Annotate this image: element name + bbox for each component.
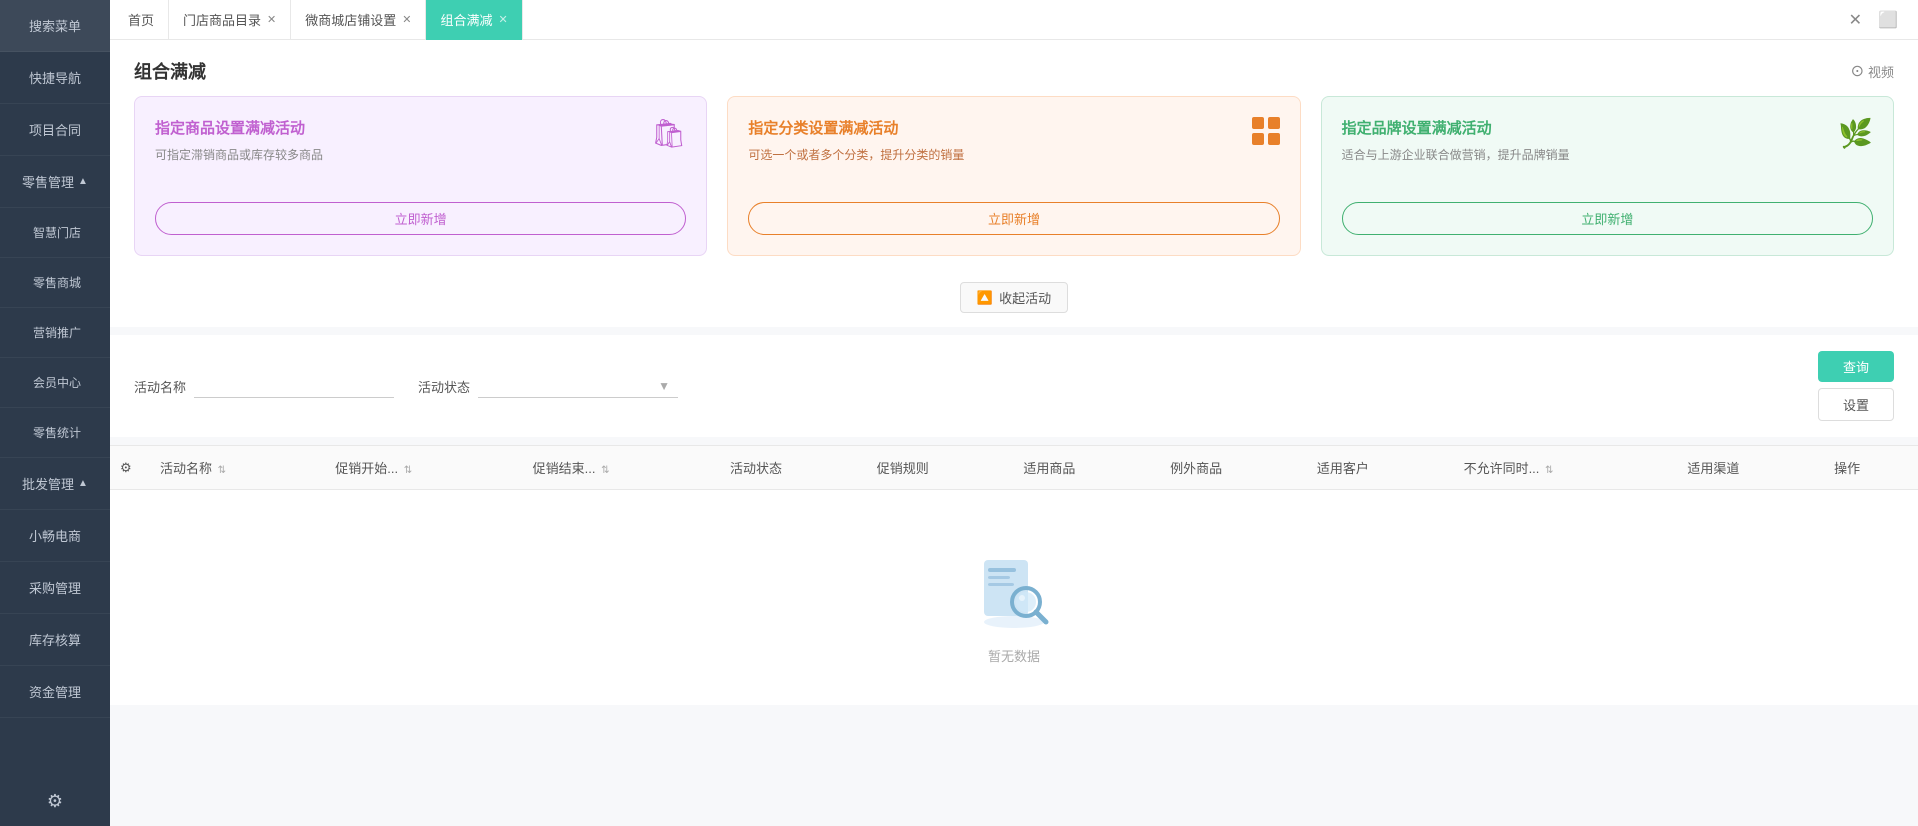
query-btn[interactable]: 查询	[1818, 351, 1894, 382]
collapse-bar: 🔼 收起活动	[110, 272, 1918, 327]
video-btn[interactable]: ⊙ 视频	[1851, 61, 1894, 81]
page-content: 组合满减 ⊙ 视频 指定商品设置满减活动 可指定滞销商品或库存较多商品 🛍 立即…	[110, 40, 1918, 826]
card-btn-product[interactable]: 立即新增	[155, 202, 686, 235]
close-window-btn[interactable]: ✕	[1845, 8, 1866, 32]
tab-combo-discount-close[interactable]: ✕	[499, 13, 508, 26]
activity-cards-container: 指定商品设置满减活动 可指定滞销商品或库存较多商品 🛍 立即新增 指定分类设置满…	[110, 96, 1918, 272]
settings-icon: ⚙	[47, 791, 63, 811]
th-settings[interactable]: ⚙	[110, 446, 150, 490]
chevron-up-icon: 🔼	[977, 290, 993, 306]
chevron-down-icon: ▼	[658, 379, 670, 393]
card-desc-category: 可选一个或者多个分类，提升分类的销量	[748, 146, 1279, 186]
activity-status-select[interactable]: ▼	[478, 375, 678, 398]
th-promo-rule: 促销规则	[867, 446, 1014, 490]
card-desc-product: 可指定滞销商品或库存较多商品	[155, 146, 686, 186]
sidebar-item-project-contract[interactable]: 项目合同	[0, 104, 110, 156]
sort-no-concurrent-icon: ⇅	[1545, 465, 1553, 476]
th-activity-status: 活动状态	[720, 446, 867, 490]
retail-mgmt-arrow-icon: ▲	[78, 176, 88, 187]
filter-activity-name-label: 活动名称	[134, 377, 186, 396]
filter-actions: 查询 设置	[1818, 351, 1894, 421]
filter-activity-name: 活动名称	[134, 374, 394, 398]
tab-mini-store-settings-close[interactable]: ✕	[402, 13, 411, 26]
th-applicable-products: 适用商品	[1013, 446, 1160, 490]
table-area: ⚙ 活动名称 ⇅ 促销开始... ⇅ 促销结束... ⇅	[110, 445, 1918, 705]
card-icon-product: 🛍	[651, 117, 687, 150]
collapse-activities-btn[interactable]: 🔼 收起活动	[960, 282, 1068, 313]
card-title-product: 指定商品设置满减活动	[155, 117, 686, 138]
activity-card-category-discount: 指定分类设置满减活动 可选一个或者多个分类，提升分类的销量 立即新增	[727, 96, 1300, 256]
activity-name-input[interactable]	[194, 374, 394, 398]
empty-illustration	[964, 550, 1064, 630]
card-icon-brand: 🌿	[1838, 117, 1873, 150]
empty-state: 暂无数据	[110, 490, 1918, 705]
sidebar-item-marketing[interactable]: 营销推广	[0, 308, 110, 358]
page-title: 组合满减	[134, 58, 206, 84]
wholesale-mgmt-arrow-icon: ▲	[78, 478, 88, 489]
data-table: ⚙ 活动名称 ⇅ 促销开始... ⇅ 促销结束... ⇅	[110, 445, 1918, 490]
card-title-brand: 指定品牌设置满减活动	[1342, 117, 1873, 138]
sidebar-item-search-menu[interactable]: 搜索菜单	[0, 0, 110, 52]
tab-combo-discount[interactable]: 组合满减 ✕	[426, 0, 522, 40]
filter-activity-status: 活动状态 ▼	[418, 375, 678, 398]
sidebar-item-retail-stats[interactable]: 零售统计	[0, 408, 110, 458]
table-header-row: ⚙ 活动名称 ⇅ 促销开始... ⇅ 促销结束... ⇅	[110, 446, 1918, 490]
tab-home[interactable]: 首页	[118, 0, 169, 40]
settings-btn[interactable]: 设置	[1818, 388, 1894, 421]
th-promo-start[interactable]: 促销开始... ⇅	[325, 446, 522, 490]
card-desc-brand: 适合与上游企业联合做营销，提升品牌销量	[1342, 146, 1873, 186]
tab-bar: 首页 门店商品目录 ✕ 微商城店铺设置 ✕ 组合满减 ✕ ✕ ⬜	[110, 0, 1918, 40]
activity-card-brand-discount: 指定品牌设置满减活动 适合与上游企业联合做营销，提升品牌销量 🌿 立即新增	[1321, 96, 1894, 256]
filter-area: 活动名称 活动状态 ▼ 查询 设置	[110, 335, 1918, 437]
maximize-window-btn[interactable]: ⬜	[1874, 8, 1902, 32]
sidebar-item-purchase-mgmt[interactable]: 采购管理	[0, 562, 110, 614]
sidebar-item-xiaochangec[interactable]: 小畅电商	[0, 510, 110, 562]
tab-actions: ✕ ⬜	[1845, 8, 1910, 32]
main-area: 首页 门店商品目录 ✕ 微商城店铺设置 ✕ 组合满减 ✕ ✕ ⬜ 组合满减 ⊙ …	[110, 0, 1918, 826]
sidebar-item-inventory-check[interactable]: 库存核算	[0, 614, 110, 666]
sidebar-item-member-center[interactable]: 会员中心	[0, 358, 110, 408]
card-title-category: 指定分类设置满减活动	[748, 117, 1279, 138]
th-applicable-customers: 适用客户	[1307, 446, 1454, 490]
sidebar-item-smart-store[interactable]: 智慧门店	[0, 208, 110, 258]
table-settings-icon: ⚙	[120, 460, 132, 475]
sidebar-item-wholesale-mgmt[interactable]: 批发管理 ▲	[0, 458, 110, 510]
th-no-concurrent[interactable]: 不允许同时... ⇅	[1454, 446, 1678, 490]
card-icon-category	[1250, 115, 1282, 153]
sort-promo-end-icon: ⇅	[601, 465, 609, 476]
page-header: 组合满减 ⊙ 视频	[110, 40, 1918, 96]
sidebar-item-retail-mgmt[interactable]: 零售管理 ▲	[0, 156, 110, 208]
card-btn-brand[interactable]: 立即新增	[1342, 202, 1873, 235]
card-btn-category[interactable]: 立即新增	[748, 202, 1279, 235]
empty-text: 暂无数据	[988, 646, 1040, 665]
sidebar-settings-btn[interactable]: ⚙	[0, 777, 110, 826]
th-activity-name[interactable]: 活动名称 ⇅	[150, 446, 325, 490]
th-promo-end[interactable]: 促销结束... ⇅	[523, 446, 720, 490]
sidebar-item-retail-mall[interactable]: 零售商城	[0, 258, 110, 308]
sidebar-item-finance-mgmt[interactable]: 资金管理	[0, 666, 110, 718]
th-applicable-channels: 适用渠道	[1677, 446, 1824, 490]
play-circle-icon: ⊙	[1851, 61, 1864, 81]
sort-promo-start-icon: ⇅	[404, 465, 412, 476]
tab-mini-store-settings[interactable]: 微商城店铺设置 ✕	[291, 0, 426, 40]
sort-activity-name-icon: ⇅	[218, 465, 226, 476]
th-operations: 操作	[1824, 446, 1918, 490]
activity-card-product-discount: 指定商品设置满减活动 可指定滞销商品或库存较多商品 🛍 立即新增	[134, 96, 707, 256]
sidebar: 搜索菜单 快捷导航 项目合同 零售管理 ▲ 智慧门店 零售商城 营销推广 会员中…	[0, 0, 110, 826]
tab-store-catalog-close[interactable]: ✕	[267, 13, 276, 26]
filter-activity-status-label: 活动状态	[418, 377, 470, 396]
sidebar-item-quick-nav[interactable]: 快捷导航	[0, 52, 110, 104]
tab-store-catalog[interactable]: 门店商品目录 ✕	[169, 0, 291, 40]
th-exception-products: 例外商品	[1160, 446, 1307, 490]
